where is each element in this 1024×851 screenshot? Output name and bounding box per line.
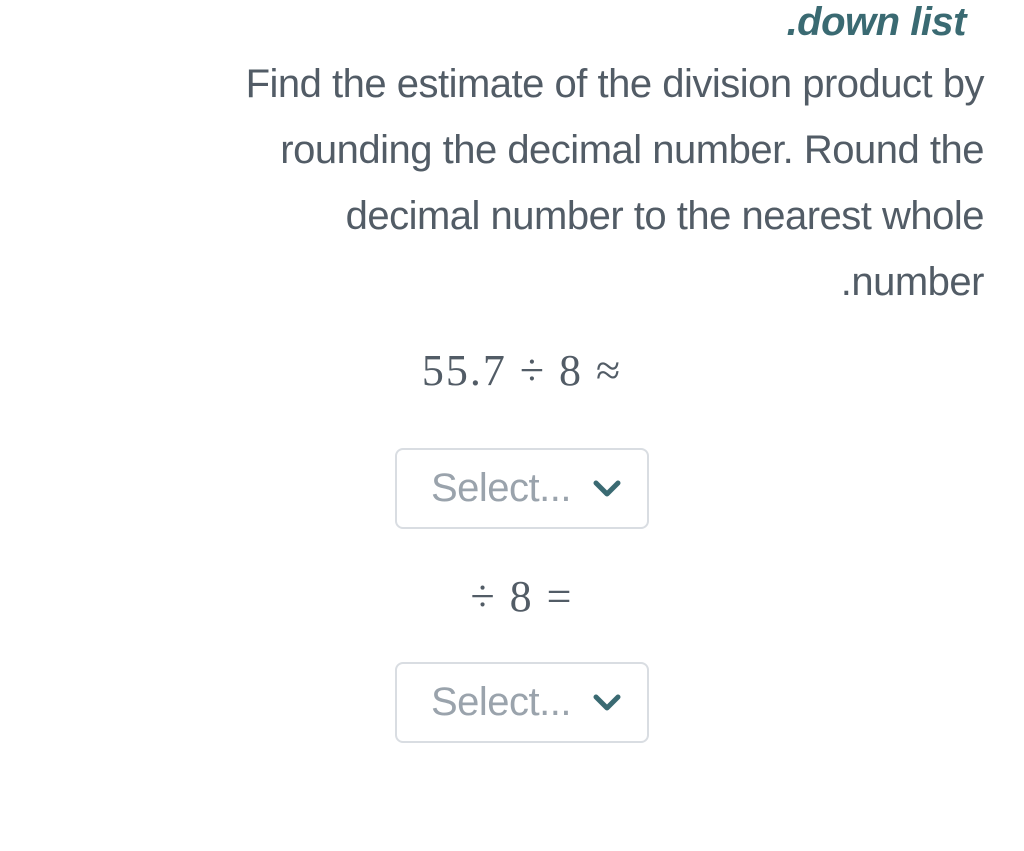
instruction-line-2: rounding the decimal number. Round the [280,128,984,172]
chevron-down-icon [593,693,621,713]
math-block: 55.7 ÷ 8 ≈ Select... ÷ 8 = Select... [60,345,984,753]
instruction-line-4: .number [841,260,984,304]
instruction-line-1: Find the estimate of the division produc… [246,62,984,106]
expression-mid: ÷ 8 = [60,571,984,622]
instruction-line-3: decimal number to the nearest whole [346,194,984,238]
heading-label: .down list [60,0,966,45]
question-container: .down list Find the estimate of the divi… [0,0,1024,753]
select-rounded-value[interactable]: Select... [395,448,649,529]
expression-top: 55.7 ÷ 8 ≈ [60,345,984,396]
select-placeholder-1: Select... [431,466,571,511]
select-placeholder-2: Select... [431,680,571,725]
chevron-down-icon [593,479,621,499]
select-answer-value[interactable]: Select... [395,662,649,743]
instruction-text: Find the estimate of the division produc… [60,51,984,315]
